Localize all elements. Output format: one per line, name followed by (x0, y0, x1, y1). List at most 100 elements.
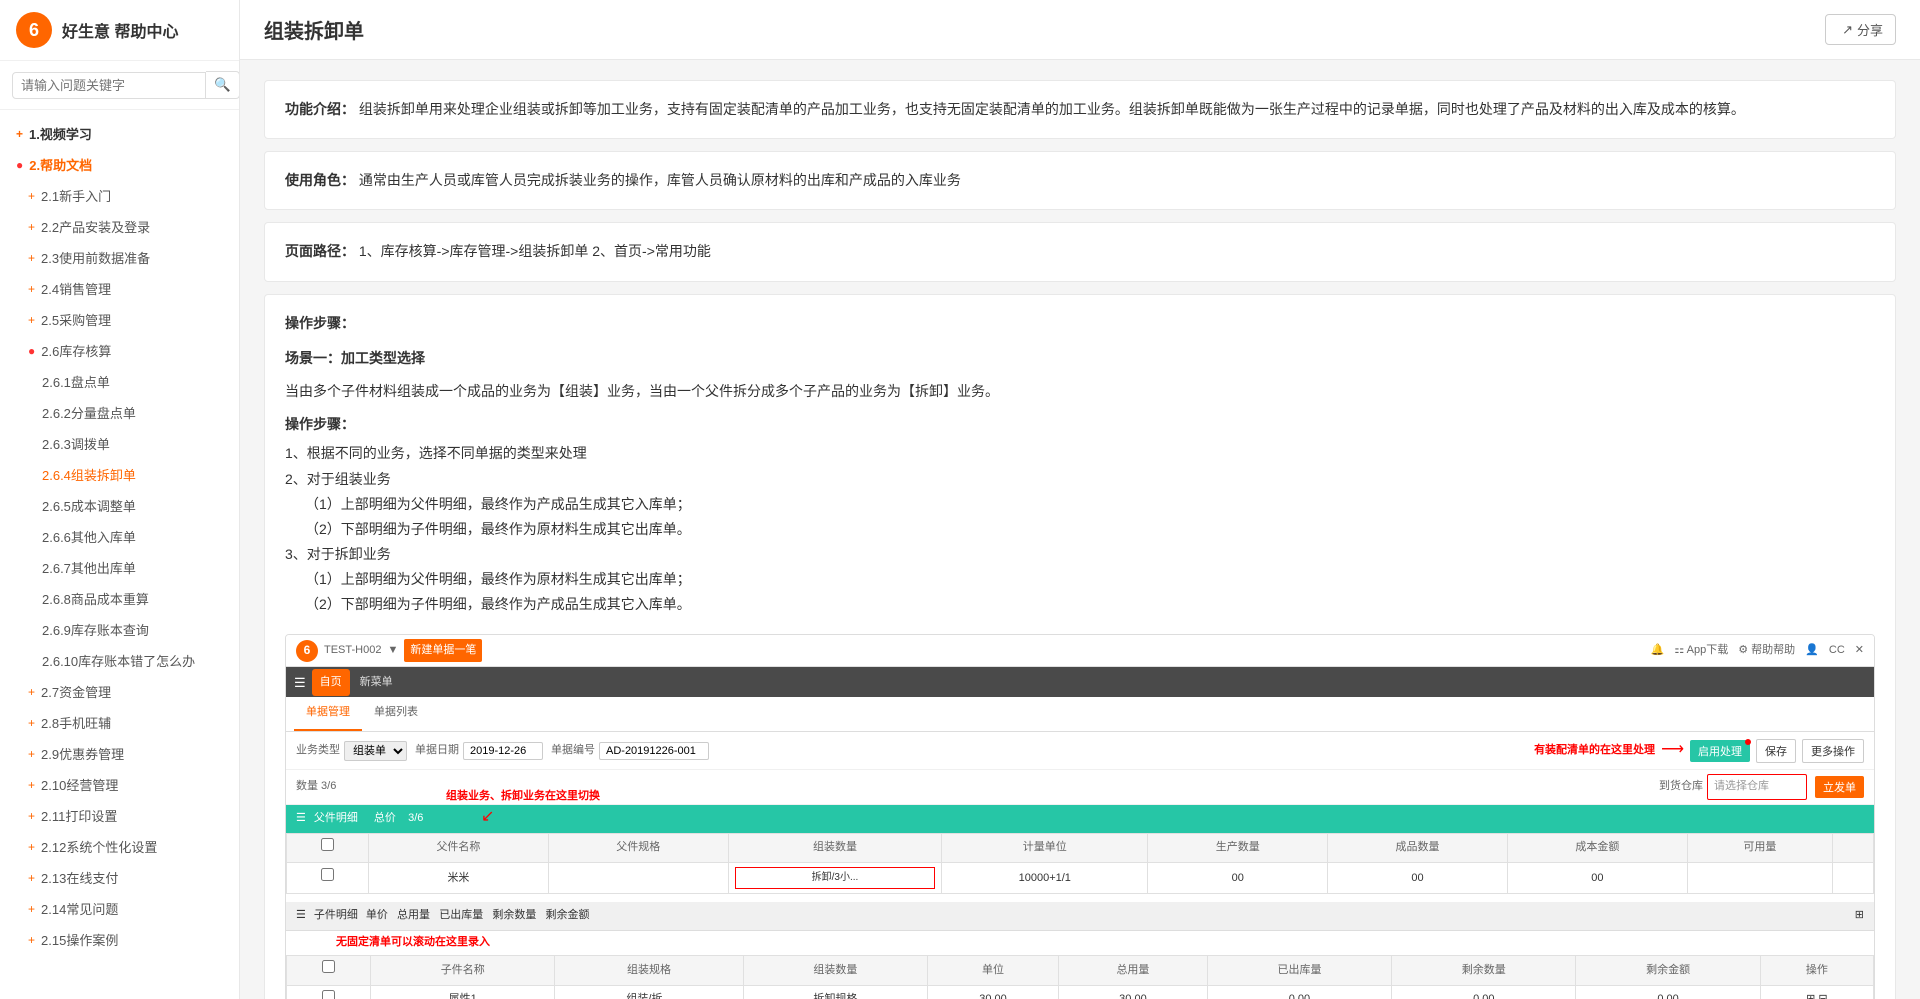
path-text: 1、库存核算->库存管理->组装拆卸单 2、首页->常用功能 (359, 243, 711, 259)
share-icon: ↗ (1842, 22, 1853, 38)
sidebar-item-finance[interactable]: + 2.7资金管理 (0, 676, 239, 707)
ss-col2-remain: 剩余数量 (1392, 956, 1576, 986)
sidebar-item-stock-query[interactable]: 2.6.9库存账本查询 (0, 614, 239, 645)
sidebar-item-cost-recalc[interactable]: 2.6.8商品成本重算 (0, 583, 239, 614)
sidebar-item-data-prep[interactable]: + 2.3使用前数据准备 (0, 242, 239, 273)
ss-date-input[interactable] (463, 742, 543, 760)
ss-logo: 6 (296, 640, 318, 662)
sidebar-item-inventory[interactable]: ● 2.6库存核算 (0, 335, 239, 366)
sidebar-item-help-docs[interactable]: ● 2.帮助文档 (0, 149, 239, 180)
ss-nav-menu[interactable]: 新菜单 (352, 669, 401, 697)
ss-td-avail (1687, 863, 1832, 894)
ss-qty-label: 数量 3/6 (296, 777, 336, 797)
ss-td-pqty: 00 (1148, 863, 1328, 894)
ss-close-icon[interactable]: ✕ (1855, 641, 1864, 661)
sidebar-item-purchase[interactable]: + 2.5采购管理 (0, 304, 239, 335)
screenshot-container: 6 TEST-H002 ▼ 新建单据一笔 🔔 ⚏ App下载 ⚙ 帮助帮助 👤 … (285, 634, 1875, 999)
ss-confirm-btn[interactable]: 立发单 (1815, 776, 1864, 798)
share-button[interactable]: ↗ 分享 (1825, 14, 1896, 45)
ss-field-type: 业务类型 组装单 (296, 741, 407, 761)
sidebar-item-print[interactable]: + 2.11打印设置 (0, 800, 239, 831)
sidebar-item-video[interactable]: + 1.视频学习 (0, 118, 239, 149)
sidebar-item-sales[interactable]: + 2.4销售管理 (0, 273, 239, 304)
sidebar-item-cost-adjust[interactable]: 2.6.5成本调整单 (0, 490, 239, 521)
ss-table1: 父件名称 父件规格 组装数量 计量单位 生产数量 成品数量 成本金额 可用量 (286, 833, 1874, 895)
ss-type-label: 业务类型 (296, 741, 340, 761)
ss-col2-unit: 单位 (928, 956, 1059, 986)
ss-td-op (1832, 863, 1873, 894)
ss-app-bar-left: 6 TEST-H002 ▼ 新建单据一笔 (296, 639, 482, 663)
ss-td-fqty: 00 (1328, 863, 1508, 894)
role-label: 使用角色： (285, 172, 355, 188)
plus-icon: + (28, 282, 35, 296)
ss-col-op (1832, 833, 1873, 863)
ss-td-aqty: 拆卸/3小... 启用处理 (728, 863, 942, 894)
sidebar-item-other-out[interactable]: 2.6.7其他出库单 (0, 552, 239, 583)
sidebar-item-assembly[interactable]: 2.6.4组装拆卸单 (0, 459, 239, 490)
minus-icon: ● (16, 158, 23, 172)
sidebar-item-allocation[interactable]: 2.6.2分量盘点单 (0, 397, 239, 428)
role-text: 通常由生产人员或库管人员完成拆装业务的操作，库管人员确认原材料的出库和产成品的入… (359, 172, 961, 188)
main-header: 组装拆卸单 ↗ 分享 (240, 0, 1920, 60)
path-card: 页面路径： 1、库存核算->库存管理->组装拆卸单 2、首页->常用功能 (264, 222, 1896, 281)
path-label: 页面路径： (285, 243, 355, 259)
ss-num-input[interactable] (599, 742, 709, 760)
ss-col-prod-amt: 成品数量 (1328, 833, 1508, 863)
sidebar-item-transfer[interactable]: 2.6.3调拨单 (0, 428, 239, 459)
ss-td2-out: 0.00 (1207, 985, 1391, 999)
ss-more-btn[interactable]: 更多操作 (1802, 739, 1864, 763)
ss-app-bar: 6 TEST-H002 ▼ 新建单据一笔 🔔 ⚏ App下载 ⚙ 帮助帮助 👤 … (286, 635, 1874, 668)
intro-card: 功能介绍： 组装拆卸单用来处理企业组装或拆卸等加工业务，支持有固定装配清单的产品… (264, 80, 1896, 139)
ss-col2-op: 操作 (1760, 956, 1873, 986)
plus-icon: + (28, 189, 35, 203)
ss-td2-spec1: 组装/拆... (555, 985, 743, 999)
sidebar-item-new-user[interactable]: + 2.1新手入门 (0, 180, 239, 211)
ss-new-btn: 新建单据一笔 (404, 639, 482, 663)
ss-red-box-qty: 拆卸/3小... (735, 867, 936, 889)
ss-col-prod-qty: 生产数量 (1148, 833, 1328, 863)
ss-col-parent-spec: 父件规格 (548, 833, 728, 863)
plus-icon: + (28, 716, 35, 730)
sidebar-item-account-err[interactable]: 2.6.10库存账本错了怎么办 (0, 645, 239, 676)
sidebar-item-other-in[interactable]: 2.6.6其他入库单 (0, 521, 239, 552)
intro-text: 组装拆卸单用来处理企业组装或拆卸等加工业务，支持有固定装配清单的产品加工业务，也… (359, 101, 1745, 117)
ss-field-date: 单据日期 (415, 741, 543, 761)
nav-tree: + 1.视频学习 ● 2.帮助文档 + 2.1新手入门 + 2.2产品安装及登录… (0, 110, 239, 999)
ss-td2-spec2: 拆卸规格 (743, 985, 927, 999)
search-button[interactable]: 🔍 (206, 71, 240, 99)
sidebar-item-stocktake[interactable]: 2.6.1盘点单 (0, 366, 239, 397)
sidebar-item-ops[interactable]: + 2.10经营管理 (0, 769, 239, 800)
ss-col-avail: 可用量 (1687, 833, 1832, 863)
ss-row2-check[interactable] (322, 990, 335, 999)
ss-type-select[interactable]: 组装单 (344, 741, 407, 761)
ss-select-all2[interactable] (322, 960, 335, 973)
sidebar-item-mobile[interactable]: + 2.8手机旺辅 (0, 707, 239, 738)
ss-process-btn[interactable]: 启用处理 (1690, 740, 1750, 762)
ss-row-check[interactable] (321, 868, 334, 881)
ss-warehouse-input[interactable]: 请选择仓库 (1707, 774, 1807, 800)
table-row: 属性1 组装/拆... 拆卸规格 30.00 30.00 0.00 0.00 0… (287, 985, 1874, 999)
ss-nav-home[interactable]: 自页 (312, 669, 350, 697)
scene1-step3-1: （1）上部明细为父件明细，最终作为原材料生成其它出库单； (305, 567, 1875, 592)
ss-icon-user: 👤 (1805, 641, 1819, 661)
ss-user-id: CC (1829, 641, 1845, 661)
sidebar-item-install[interactable]: + 2.2产品安装及登录 (0, 211, 239, 242)
sidebar-item-cases[interactable]: + 2.15操作案例 (0, 924, 239, 955)
screenshot-inner: 6 TEST-H002 ▼ 新建单据一笔 🔔 ⚏ App下载 ⚙ 帮助帮助 👤 … (286, 635, 1874, 999)
ss-save-btn[interactable]: 保存 (1756, 739, 1796, 763)
search-input[interactable] (12, 72, 206, 99)
ss-tab-doc-list[interactable]: 单据列表 (362, 697, 430, 731)
sidebar-item-coupon[interactable]: + 2.9优惠券管理 (0, 738, 239, 769)
ss-td2-amt: 0.00 (1576, 985, 1760, 999)
ss-icon-apps: ⚏ App下载 (1674, 641, 1728, 661)
ss-tab-bar: 单据管理 单据列表 (286, 697, 1874, 732)
ss-select-all[interactable] (321, 838, 334, 851)
sidebar: 6 好生意 帮助中心 🔍 + 1.视频学习 ● 2.帮助文档 + 2.1新手入门… (0, 0, 240, 999)
ss-td2-total: 30.00 (1059, 985, 1208, 999)
ss-td-spec (548, 863, 728, 894)
ss-form-row1: 业务类型 组装单 单据日期 单据编号 (286, 732, 1874, 770)
ss-tab-doc-mgr[interactable]: 单据管理 (294, 697, 362, 731)
sidebar-item-faq[interactable]: + 2.14常见问题 (0, 893, 239, 924)
sidebar-item-online-pay[interactable]: + 2.13在线支付 (0, 862, 239, 893)
sidebar-item-custom[interactable]: + 2.12系统个性化设置 (0, 831, 239, 862)
